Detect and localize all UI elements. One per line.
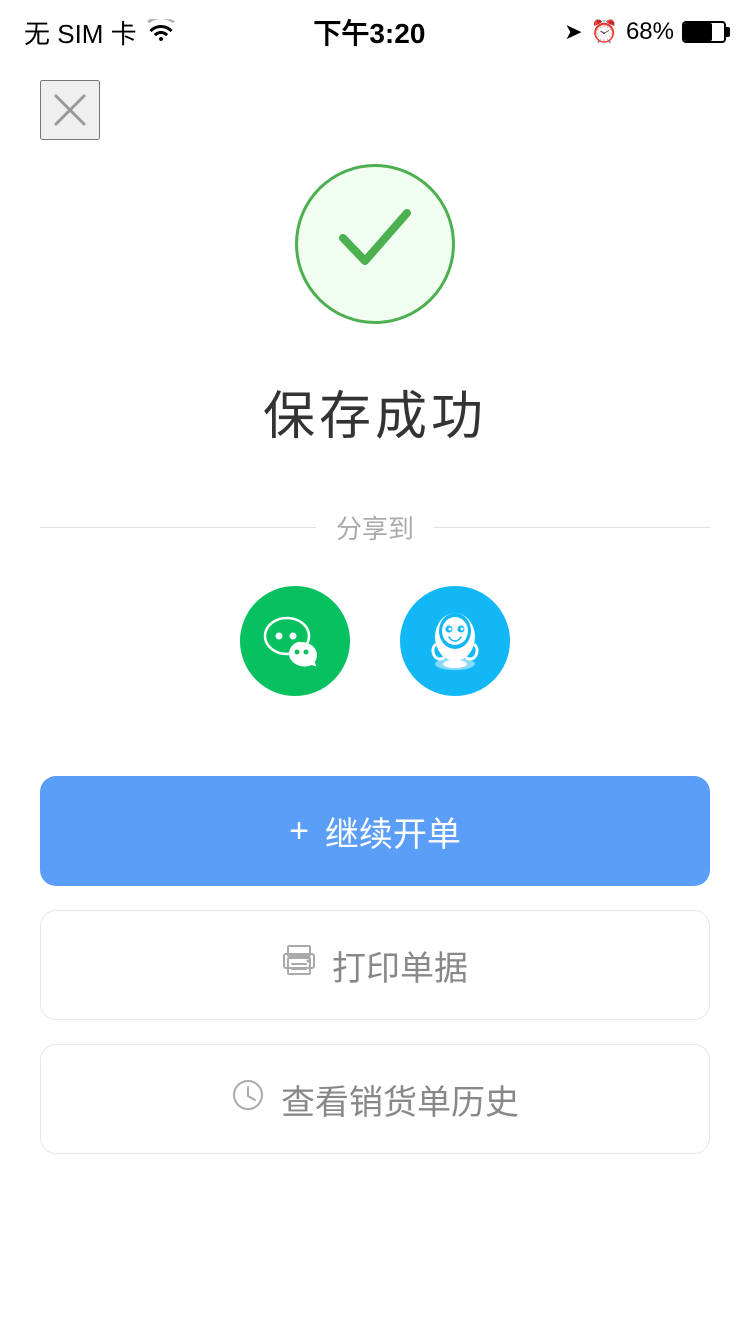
main-content: 保存成功 分享到 <box>0 64 750 1154</box>
status-left: 无 SIM 卡 <box>24 14 175 51</box>
action-buttons: + 继续开单 打印单据 <box>40 776 710 1154</box>
share-icons-row <box>240 586 510 696</box>
share-section: 分享到 <box>40 509 710 546</box>
checkmark-icon <box>335 203 415 286</box>
share-label: 分享到 <box>316 509 434 546</box>
status-bar: 无 SIM 卡 下午3:20 ➤ ⏰ 68% <box>0 0 750 64</box>
success-title: 保存成功 <box>263 374 487 449</box>
status-right: ➤ ⏰ 68% <box>564 18 726 46</box>
printer-icon <box>282 944 316 987</box>
print-button[interactable]: 打印单据 <box>40 910 710 1020</box>
divider-right <box>434 527 710 528</box>
battery-icon-container <box>682 21 726 43</box>
share-qq-button[interactable] <box>400 586 510 696</box>
history-label: 查看销货单历史 <box>281 1075 519 1124</box>
qq-icon <box>425 609 485 674</box>
continue-button[interactable]: + 继续开单 <box>40 776 710 886</box>
wifi-icon <box>147 17 175 48</box>
alarm-icon: ⏰ <box>591 19 618 45</box>
history-button[interactable]: 查看销货单历史 <box>40 1044 710 1154</box>
success-circle <box>295 164 455 324</box>
close-icon <box>52 92 88 128</box>
close-button[interactable] <box>40 80 100 140</box>
status-time: 下午3:20 <box>313 12 425 52</box>
clock-icon <box>231 1078 265 1121</box>
wechat-icon <box>263 614 328 669</box>
continue-label: 继续开单 <box>325 807 461 856</box>
plus-icon: + <box>289 812 309 851</box>
location-icon: ➤ <box>564 19 582 45</box>
print-label: 打印单据 <box>332 941 468 990</box>
divider-left <box>40 527 316 528</box>
battery-percent: 68% <box>626 18 674 46</box>
sim-status: 无 SIM 卡 <box>24 14 137 51</box>
share-wechat-button[interactable] <box>240 586 350 696</box>
